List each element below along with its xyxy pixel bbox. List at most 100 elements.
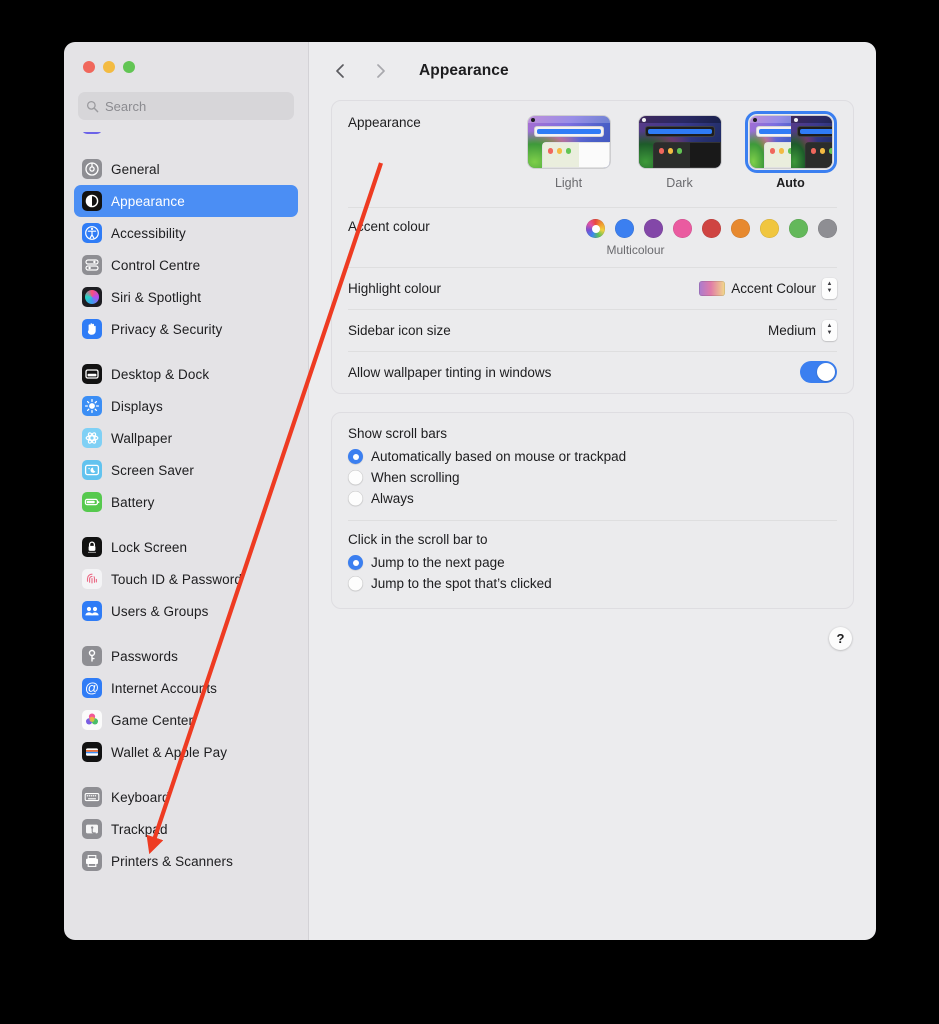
zoom-window-button[interactable]	[123, 61, 135, 73]
mode-label: Dark	[666, 176, 693, 190]
sidebar-icon-size-label: Sidebar icon size	[348, 322, 451, 338]
accent-selected-label: Multicolour	[606, 243, 665, 257]
sidebar-item-general[interactable]: General	[74, 153, 298, 185]
back-button[interactable]	[325, 57, 355, 85]
sidebar-item-battery[interactable]: Battery	[74, 486, 298, 518]
accent-swatch-pink[interactable]	[673, 219, 692, 238]
accent-swatch-yellow[interactable]	[760, 219, 779, 238]
appearance-mode-auto[interactable]: Auto	[744, 111, 837, 190]
sidebar-item-screen-time[interactable]: Screen Time	[74, 132, 298, 140]
sidebar-icon-size-dropdown[interactable]: Medium ▲ ▼	[768, 319, 837, 341]
accent-swatch-multicolour[interactable]	[586, 219, 605, 238]
accent-swatch-orange[interactable]	[731, 219, 750, 238]
lock-screen-icon	[82, 537, 102, 557]
wallet-icon	[82, 742, 102, 762]
auto-mode-thumbnail	[744, 111, 837, 173]
chevron-updown-icon[interactable]: ▲ ▼	[822, 277, 837, 299]
appearance-row: Appearance Light Dark Auto	[332, 101, 853, 207]
sidebar-item-label: Desktop & Dock	[111, 366, 210, 382]
accent-swatch-graphite[interactable]	[818, 219, 837, 238]
highlight-colour-row: Highlight colour Accent Colour ▲ ▼	[332, 267, 853, 309]
highlight-colour-value: Accent Colour	[731, 280, 816, 296]
sidebar-item-game-center[interactable]: Game Center	[74, 704, 298, 736]
sidebar-item-trackpad[interactable]: Trackpad	[74, 813, 298, 845]
wallpaper-tinting-toggle[interactable]	[800, 361, 837, 383]
sidebar-group-divider	[74, 518, 298, 531]
accent-swatch-green[interactable]	[789, 219, 808, 238]
sidebar-item-privacy-security[interactable]: Privacy & Security	[74, 313, 298, 345]
accent-swatch-red[interactable]	[702, 219, 721, 238]
sidebar-search	[64, 92, 308, 132]
scroll-bars-card: Show scroll bars Automatically based on …	[331, 412, 854, 609]
accent-colour-row: Accent colour Multicolour	[332, 207, 853, 267]
sidebar-item-wallet[interactable]: Wallet & Apple Pay	[74, 736, 298, 768]
scroll-bars-option-always[interactable]: Always	[348, 488, 837, 509]
scroll-bars-option-automatic[interactable]: Automatically based on mouse or trackpad	[348, 446, 837, 467]
sidebar-group-divider	[74, 345, 298, 358]
appearance-mode-dark[interactable]: Dark	[633, 115, 726, 190]
sidebar-item-touch-id[interactable]: Touch ID & Password	[74, 563, 298, 595]
accent-swatch-blue[interactable]	[615, 219, 634, 238]
keyboard-icon	[82, 787, 102, 807]
scroll-click-option-next-page[interactable]: Jump to the next page	[348, 552, 837, 573]
general-icon	[82, 159, 102, 179]
scroll-bars-option-when-scrolling[interactable]: When scrolling	[348, 467, 837, 488]
sidebar-item-desktop-dock[interactable]: Desktop & Dock	[74, 358, 298, 390]
close-window-button[interactable]	[83, 61, 95, 73]
help-button[interactable]: ?	[829, 627, 852, 650]
search-input[interactable]	[105, 98, 286, 114]
highlight-colour-swatch	[699, 280, 726, 296]
sidebar-item-wallpaper[interactable]: Wallpaper	[74, 422, 298, 454]
content-pane: Appearance Appearance Light Dark Auto Ac…	[308, 42, 876, 940]
radio-icon[interactable]	[348, 576, 363, 591]
sidebar-item-accessibility[interactable]: Accessibility	[74, 217, 298, 249]
sidebar-item-lock-screen[interactable]: Lock Screen	[74, 531, 298, 563]
sidebar-item-screen-saver[interactable]: Screen Saver	[74, 454, 298, 486]
sidebar-item-label: Privacy & Security	[111, 321, 223, 337]
sidebar-item-label: General	[111, 161, 160, 177]
accent-swatches	[586, 219, 837, 238]
sidebar-item-printers-scanners[interactable]: Printers & Scanners	[74, 845, 298, 877]
radio-icon[interactable]	[348, 555, 363, 570]
sidebar-item-appearance[interactable]: Appearance	[74, 185, 298, 217]
sidebar-item-users-groups[interactable]: Users & Groups	[74, 595, 298, 627]
sidebar-item-siri-spotlight[interactable]: Siri & Spotlight	[74, 281, 298, 313]
scroll-click-title: Click in the scroll bar to	[348, 532, 488, 547]
desktop-dock-icon	[82, 364, 102, 384]
sidebar-nav-list[interactable]: Screen Time General Appearance	[64, 132, 308, 940]
section-divider	[348, 520, 837, 521]
wallpaper-tinting-row: Allow wallpaper tinting in windows	[332, 351, 853, 393]
forward-button[interactable]	[365, 57, 395, 85]
sidebar-item-label: Siri & Spotlight	[111, 289, 202, 305]
highlight-colour-dropdown[interactable]: Accent Colour ▲ ▼	[699, 277, 837, 299]
radio-icon[interactable]	[348, 491, 363, 506]
radio-icon[interactable]	[348, 470, 363, 485]
minimise-window-button[interactable]	[103, 61, 115, 73]
sidebar-item-displays[interactable]: Displays	[74, 390, 298, 422]
sidebar-item-label: Game Center	[111, 712, 194, 728]
sidebar-item-internet-accounts[interactable]: @ Internet Accounts	[74, 672, 298, 704]
sidebar-item-label: Battery	[111, 494, 155, 510]
game-center-icon	[82, 710, 102, 730]
sidebar-item-label: Internet Accounts	[111, 680, 218, 696]
search-box[interactable]	[78, 92, 294, 120]
sidebar-item-label: Users & Groups	[111, 603, 209, 619]
sidebar-item-passwords[interactable]: Passwords	[74, 640, 298, 672]
appearance-mode-light[interactable]: Light	[522, 115, 615, 190]
mode-label: Light	[554, 176, 583, 190]
chevron-updown-icon[interactable]: ▲ ▼	[822, 319, 837, 341]
appearance-label: Appearance	[348, 115, 421, 130]
show-scroll-bars-title: Show scroll bars	[348, 426, 448, 441]
sidebar-item-keyboard[interactable]: Keyboard	[74, 781, 298, 813]
highlight-colour-label: Highlight colour	[348, 280, 442, 296]
chevron-left-icon	[335, 64, 344, 78]
sidebar-group-divider	[74, 768, 298, 781]
traffic-light-buttons	[64, 42, 308, 92]
radio-icon[interactable]	[348, 449, 363, 464]
scroll-click-option-spot-clicked[interactable]: Jump to the spot that’s clicked	[348, 573, 837, 594]
wallpaper-icon	[82, 428, 102, 448]
sidebar-item-control-centre[interactable]: Control Centre	[74, 249, 298, 281]
appearance-mode-group: Light Dark Auto	[522, 111, 837, 190]
settings-scroll-area[interactable]: Appearance Light Dark Auto Accent colour…	[309, 100, 876, 940]
accent-swatch-purple[interactable]	[644, 219, 663, 238]
